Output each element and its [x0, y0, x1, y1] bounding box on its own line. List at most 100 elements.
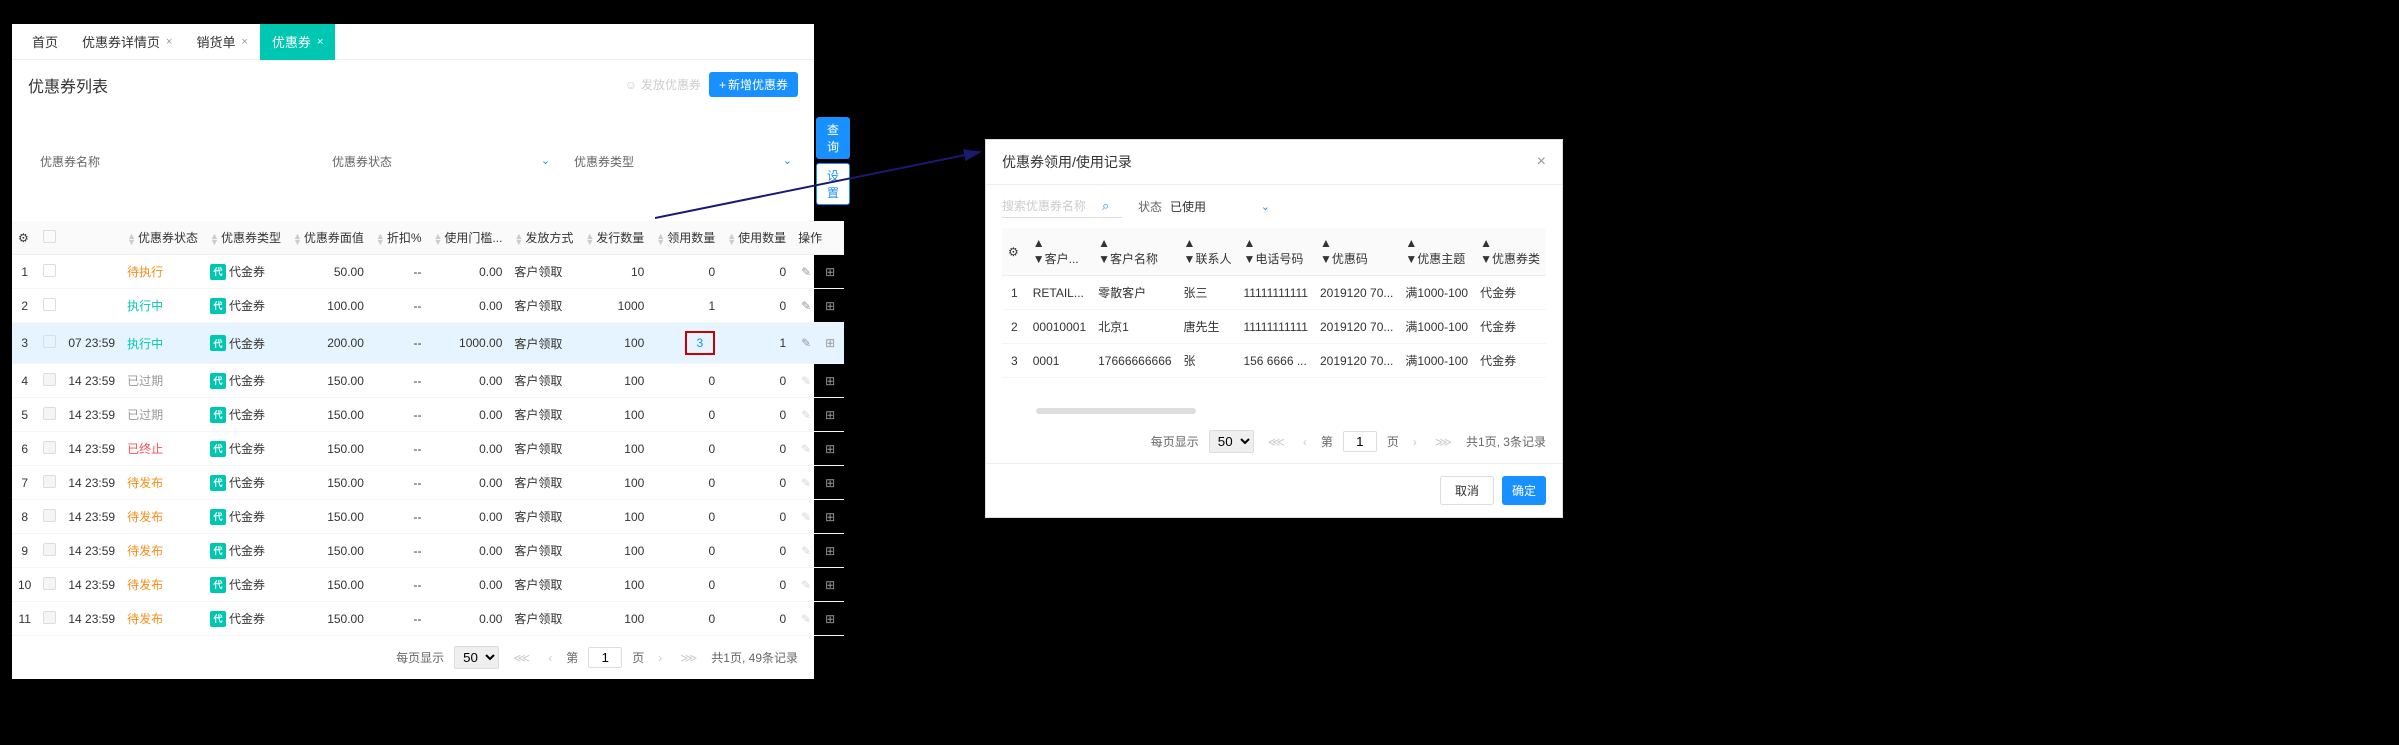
- row-checkbox[interactable]: [37, 364, 62, 398]
- last-page-button[interactable]: ⋙: [676, 651, 701, 665]
- row-checkbox[interactable]: [37, 398, 62, 432]
- prev-page-button[interactable]: ‹: [544, 651, 556, 665]
- qrcode-icon[interactable]: ⊞: [822, 373, 838, 389]
- threshold-column[interactable]: ▲▼使用门槛...: [427, 221, 508, 255]
- qrcode-icon[interactable]: ⊞: [822, 335, 838, 351]
- per-page-select[interactable]: 50: [454, 646, 499, 669]
- tab-sales[interactable]: 销货单×: [184, 24, 259, 60]
- row-checkbox[interactable]: [37, 323, 62, 364]
- claim-qty-cell[interactable]: 0: [650, 466, 721, 500]
- coupon-type-column[interactable]: ▲▼优惠券类: [1474, 228, 1546, 276]
- close-icon[interactable]: ×: [166, 36, 172, 48]
- qrcode-icon[interactable]: ⊞: [822, 264, 838, 280]
- table-row[interactable]: 11 14 23:59 待发布 代代金券 150.00 -- 0.00 客户领取…: [12, 602, 844, 636]
- table-row[interactable]: 9 14 23:59 待发布 代代金券 150.00 -- 0.00 客户领取 …: [12, 534, 844, 568]
- table-row[interactable]: 7 14 23:59 待发布 代代金券 150.00 -- 0.00 客户领取 …: [12, 466, 844, 500]
- table-row[interactable]: 10 14 23:59 待发布 代代金券 150.00 -- 0.00 客户领取…: [12, 568, 844, 602]
- table-row[interactable]: 1 待执行 代代金券 50.00 -- 0.00 客户领取 10 0 0 ✎ ⊞: [12, 255, 844, 289]
- code-column[interactable]: ▲▼优惠码: [1314, 228, 1399, 276]
- coupon-name-input[interactable]: [108, 148, 308, 174]
- edit-icon[interactable]: ✎: [798, 298, 814, 314]
- qrcode-icon[interactable]: ⊞: [822, 441, 838, 457]
- tab-coupon-detail[interactable]: 优惠券详情页×: [70, 24, 184, 60]
- gear-column[interactable]: ⚙: [12, 221, 37, 255]
- table-row[interactable]: 2 执行中 代代金券 100.00 -- 0.00 客户领取 1000 1 0 …: [12, 289, 844, 323]
- search-input[interactable]: [1002, 195, 1102, 217]
- claim-qty-cell[interactable]: 0: [650, 534, 721, 568]
- time-column[interactable]: [62, 221, 121, 255]
- tab-coupon[interactable]: 优惠券×: [260, 24, 335, 60]
- phone-column[interactable]: ▲▼电话号码: [1237, 228, 1314, 276]
- qrcode-icon[interactable]: ⊞: [822, 407, 838, 423]
- claim-qty-cell[interactable]: 0: [650, 255, 721, 289]
- claim-count-link[interactable]: 3: [685, 331, 716, 355]
- subject-column[interactable]: ▲▼优惠主题: [1399, 228, 1474, 276]
- next-page-button[interactable]: ›: [1409, 435, 1421, 449]
- table-row[interactable]: 2 00010001 北京1 唐先生 11111111111 2019120 7…: [1002, 310, 1546, 344]
- search-icon[interactable]: ⌕: [1102, 198, 1109, 214]
- claim-qty-cell[interactable]: 0: [650, 500, 721, 534]
- method-column[interactable]: ▲▼发放方式: [508, 221, 579, 255]
- close-icon[interactable]: ×: [241, 36, 247, 48]
- add-coupon-button[interactable]: + 新增优惠券: [709, 72, 798, 97]
- gear-column[interactable]: ⚙: [1002, 228, 1027, 276]
- customer-name-column[interactable]: ▲▼客户名称: [1092, 228, 1177, 276]
- type-select[interactable]: ⌄: [642, 148, 792, 174]
- type-column[interactable]: ▲▼优惠券类型: [204, 221, 287, 255]
- row-checkbox[interactable]: [37, 289, 62, 323]
- face-value-column[interactable]: ▲▼优惠券面值: [287, 221, 370, 255]
- settings-button[interactable]: 设置: [816, 163, 850, 205]
- qrcode-icon[interactable]: ⊞: [822, 577, 838, 593]
- row-checkbox[interactable]: [37, 602, 62, 636]
- first-page-button[interactable]: ⋘: [1264, 435, 1289, 449]
- table-row[interactable]: 4 14 23:59 已过期 代代金券 150.00 -- 0.00 客户领取 …: [12, 364, 844, 398]
- close-icon[interactable]: ×: [317, 36, 323, 48]
- qrcode-icon[interactable]: ⊞: [822, 298, 838, 314]
- edit-icon[interactable]: ✎: [798, 335, 814, 351]
- qrcode-icon[interactable]: ⊞: [822, 475, 838, 491]
- claim-qty-cell[interactable]: 0: [650, 568, 721, 602]
- prev-page-button[interactable]: ‹: [1299, 435, 1311, 449]
- last-page-button[interactable]: ⋙: [1431, 435, 1456, 449]
- claim-qty-column[interactable]: ▲▼领用数量: [650, 221, 721, 255]
- claim-qty-cell[interactable]: 0: [650, 432, 721, 466]
- qrcode-icon[interactable]: ⊞: [822, 509, 838, 525]
- edit-icon[interactable]: ✎: [798, 264, 814, 280]
- claim-qty-cell[interactable]: 0: [650, 398, 721, 432]
- claim-qty-cell[interactable]: 0: [650, 602, 721, 636]
- table-row[interactable]: 1 RETAIL... 零散客户 张三 11111111111 2019120 …: [1002, 276, 1546, 310]
- claim-qty-cell[interactable]: 3: [650, 323, 721, 364]
- use-qty-column[interactable]: ▲▼使用数量: [721, 221, 792, 255]
- status-column[interactable]: ▲▼优惠券状态: [121, 221, 204, 255]
- row-checkbox[interactable]: [37, 500, 62, 534]
- row-checkbox[interactable]: [37, 432, 62, 466]
- row-checkbox[interactable]: [37, 568, 62, 602]
- table-row[interactable]: 6 14 23:59 已终止 代代金券 150.00 -- 0.00 客户领取 …: [12, 432, 844, 466]
- issue-qty-column[interactable]: ▲▼发行数量: [579, 221, 650, 255]
- discount-column[interactable]: ▲▼折扣%: [370, 221, 428, 255]
- cancel-button[interactable]: 取消: [1440, 476, 1494, 505]
- modal-close-button[interactable]: ×: [1537, 153, 1546, 171]
- confirm-button[interactable]: 确定: [1502, 476, 1546, 505]
- state-select[interactable]: 已使用⌄: [1170, 198, 1270, 216]
- first-page-button[interactable]: ⋘: [509, 651, 534, 665]
- table-row[interactable]: 5 14 23:59 已过期 代代金券 150.00 -- 0.00 客户领取 …: [12, 398, 844, 432]
- per-page-select[interactable]: 50: [1209, 430, 1254, 453]
- qrcode-icon[interactable]: ⊞: [822, 543, 838, 559]
- query-button[interactable]: 查询: [816, 117, 850, 159]
- customer-code-column[interactable]: ▲▼客户...: [1027, 228, 1092, 276]
- check-all-column[interactable]: [37, 221, 62, 255]
- tab-home[interactable]: 首页: [20, 24, 70, 60]
- table-row[interactable]: 3 07 23:59 执行中 代代金券 200.00 -- 1000.00 客户…: [12, 323, 844, 364]
- table-row[interactable]: 8 14 23:59 待发布 代代金券 150.00 -- 0.00 客户领取 …: [12, 500, 844, 534]
- scrollbar[interactable]: [1036, 408, 1196, 414]
- claim-qty-cell[interactable]: 0: [650, 364, 721, 398]
- next-page-button[interactable]: ›: [654, 651, 666, 665]
- contact-column[interactable]: ▲▼联系人: [1178, 228, 1238, 276]
- qrcode-icon[interactable]: ⊞: [822, 611, 838, 627]
- page-input[interactable]: [1343, 431, 1377, 452]
- row-checkbox[interactable]: [37, 255, 62, 289]
- row-checkbox[interactable]: [37, 466, 62, 500]
- table-row[interactable]: 3 0001 17666666666 张 156 6666 ... 201912…: [1002, 344, 1546, 378]
- claim-qty-cell[interactable]: 1: [650, 289, 721, 323]
